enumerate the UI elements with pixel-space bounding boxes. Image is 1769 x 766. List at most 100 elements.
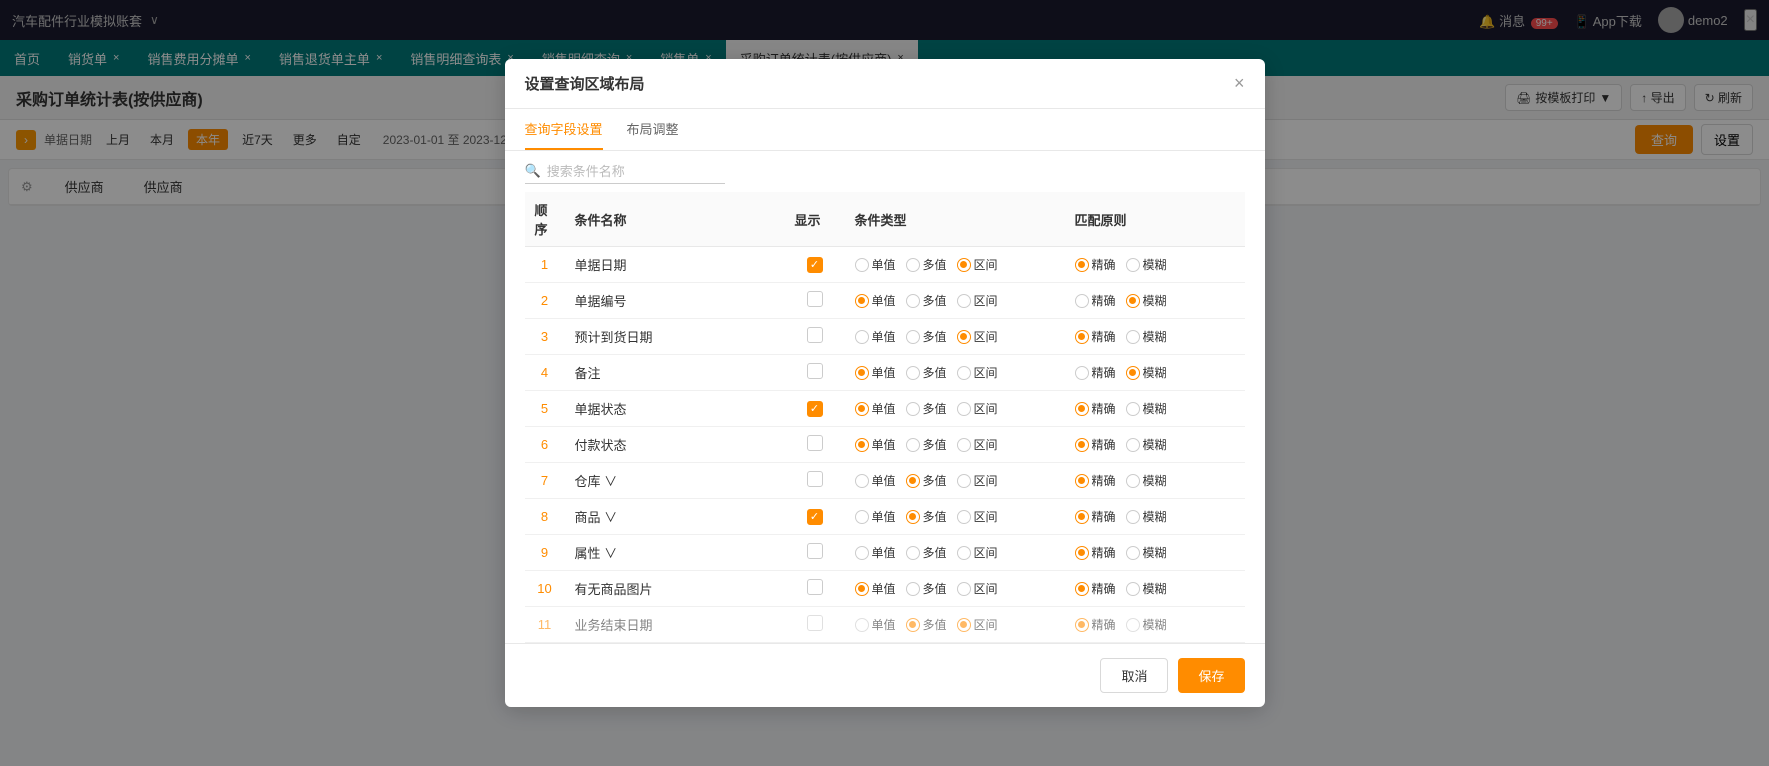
type-radio-type_range-1[interactable]: 区间 <box>957 292 998 309</box>
cancel-button[interactable]: 取消 <box>1100 658 1168 693</box>
type-radio-type_single-8[interactable]: 单值 <box>855 544 896 561</box>
match-radio-match_fuzzy-3[interactable]: 模糊 <box>1126 364 1167 381</box>
modal-close-button[interactable]: × <box>1234 73 1245 94</box>
type-radio-type_single-1[interactable]: 单值 <box>855 292 896 309</box>
display-checkbox-9[interactable] <box>807 579 823 595</box>
match-radio-match_exact-8[interactable]: 精确 <box>1075 544 1116 561</box>
display-checkbox-1[interactable] <box>807 291 823 307</box>
type-radio-type_single-7[interactable]: 单值 <box>855 508 896 525</box>
type-radio-type_multi-9[interactable]: 多值 <box>906 580 947 597</box>
col-type: 条件类型 <box>845 192 1065 247</box>
type-radio-type_multi-0[interactable]: 多值 <box>906 256 947 273</box>
type-radio-type_single-6[interactable]: 单值 <box>855 472 896 489</box>
type-radio-type_range-4[interactable]: 区间 <box>957 400 998 417</box>
type-radio-type_range-9[interactable]: 区间 <box>957 580 998 597</box>
modal-tab-field-settings[interactable]: 查询字段设置 <box>525 109 603 150</box>
type-radio-group-8: 单值多值区间 <box>855 544 1055 561</box>
cell-display-4[interactable]: ✓ <box>785 391 845 427</box>
match-radio-match_fuzzy-2[interactable]: 模糊 <box>1126 328 1167 345</box>
match-radio-match_fuzzy-6[interactable]: 模糊 <box>1126 472 1167 489</box>
match-radio-match_exact-4[interactable]: 精确 <box>1075 400 1116 417</box>
cell-display-5[interactable] <box>785 427 845 463</box>
radio-circle-match_exact-9 <box>1075 582 1089 596</box>
type-radio-type_multi-6[interactable]: 多值 <box>906 472 947 489</box>
type-radio-type_range-8[interactable]: 区间 <box>957 544 998 561</box>
type-radio-type_single-3[interactable]: 单值 <box>855 364 896 381</box>
cell-display-8[interactable] <box>785 535 845 571</box>
type-radio-type_multi-1[interactable]: 多值 <box>906 292 947 309</box>
type-radio-type_multi-8[interactable]: 多值 <box>906 544 947 561</box>
display-checkbox-2[interactable] <box>807 327 823 343</box>
display-checkbox-8[interactable] <box>807 543 823 559</box>
display-checkbox-0[interactable]: ✓ <box>807 257 823 273</box>
type-radio-type_multi-4[interactable]: 多值 <box>906 400 947 417</box>
type-radio-type_single-0[interactable]: 单值 <box>855 256 896 273</box>
type-radio-type_single-5[interactable]: 单值 <box>855 436 896 453</box>
display-checkbox-5[interactable] <box>807 435 823 451</box>
cell-display-9[interactable] <box>785 571 845 607</box>
type-radio-type_range-5[interactable]: 区间 <box>957 436 998 453</box>
match-radio-match_exact-7[interactable]: 精确 <box>1075 508 1116 525</box>
type-radio-type_single-9[interactable]: 单值 <box>855 580 896 597</box>
cell-display-7[interactable]: ✓ <box>785 499 845 535</box>
cell-match-7: 精确模糊 <box>1065 499 1245 535</box>
radio-circle-match_fuzzy-6 <box>1126 474 1140 488</box>
type-radio-type_single-4[interactable]: 单值 <box>855 400 896 417</box>
match-radio-match_fuzzy-0[interactable]: 模糊 <box>1126 256 1167 273</box>
type-radio-type_range-3[interactable]: 区间 <box>957 364 998 381</box>
display-checkbox-6[interactable] <box>807 471 823 487</box>
cell-display-2[interactable] <box>785 319 845 355</box>
match-radio-match_fuzzy-7[interactable]: 模糊 <box>1126 508 1167 525</box>
match-radio-match_fuzzy-10[interactable]: 模糊 <box>1126 616 1167 633</box>
cell-display-10[interactable] <box>785 607 845 643</box>
condition-search-input[interactable] <box>547 164 725 179</box>
cell-order-3: 4 <box>525 355 565 391</box>
match-radio-match_exact-6[interactable]: 精确 <box>1075 472 1116 489</box>
match-radio-match_fuzzy-4[interactable]: 模糊 <box>1126 400 1167 417</box>
display-checkbox-10[interactable] <box>807 615 823 631</box>
match-radio-match_exact-0[interactable]: 精确 <box>1075 256 1116 273</box>
type-radio-group-5: 单值多值区间 <box>855 436 1055 453</box>
match-radio-match_exact-1[interactable]: 精确 <box>1075 292 1116 309</box>
type-radio-type_multi-5[interactable]: 多值 <box>906 436 947 453</box>
cell-order-5: 6 <box>525 427 565 463</box>
type-radio-type_range-7[interactable]: 区间 <box>957 508 998 525</box>
type-radio-group-3: 单值多值区间 <box>855 364 1055 381</box>
radio-circle-type_single-1 <box>855 294 869 308</box>
cell-display-6[interactable] <box>785 463 845 499</box>
cell-name-0: 单据日期 <box>565 247 785 283</box>
type-radio-type_range-6[interactable]: 区间 <box>957 472 998 489</box>
cell-display-3[interactable] <box>785 355 845 391</box>
type-radio-type_single-10[interactable]: 单值 <box>855 616 896 633</box>
match-radio-match_exact-3[interactable]: 精确 <box>1075 364 1116 381</box>
type-radio-type_single-2[interactable]: 单值 <box>855 328 896 345</box>
display-checkbox-7[interactable]: ✓ <box>807 509 823 525</box>
type-radio-type_range-0[interactable]: 区间 <box>957 256 998 273</box>
type-radio-type_range-2[interactable]: 区间 <box>957 328 998 345</box>
match-radio-match_exact-2[interactable]: 精确 <box>1075 328 1116 345</box>
col-display: 显示 <box>785 192 845 247</box>
match-radio-match_exact-9[interactable]: 精确 <box>1075 580 1116 597</box>
modal-table-wrap: 顺序 条件名称 显示 条件类型 匹配原则 1单据日期✓单值多值区间精确模糊2单据… <box>505 192 1265 643</box>
type-radio-type_multi-7[interactable]: 多值 <box>906 508 947 525</box>
cell-display-1[interactable] <box>785 283 845 319</box>
match-radio-match_fuzzy-1[interactable]: 模糊 <box>1126 292 1167 309</box>
save-button[interactable]: 保存 <box>1178 658 1244 693</box>
type-radio-type_multi-10[interactable]: 多值 <box>906 616 947 633</box>
modal-tab-layout-adjust[interactable]: 布局调整 <box>627 109 679 150</box>
radio-circle-type_multi-3 <box>906 366 920 380</box>
radio-circle-type_range-3 <box>957 366 971 380</box>
radio-circle-match_fuzzy-7 <box>1126 510 1140 524</box>
match-radio-match_fuzzy-5[interactable]: 模糊 <box>1126 436 1167 453</box>
match-radio-match_exact-10[interactable]: 精确 <box>1075 616 1116 633</box>
type-radio-type_multi-2[interactable]: 多值 <box>906 328 947 345</box>
type-radio-type_range-10[interactable]: 区间 <box>957 616 998 633</box>
cell-display-0[interactable]: ✓ <box>785 247 845 283</box>
match-radio-match_exact-5[interactable]: 精确 <box>1075 436 1116 453</box>
match-radio-match_fuzzy-9[interactable]: 模糊 <box>1126 580 1167 597</box>
radio-circle-type_multi-10 <box>906 618 920 632</box>
match-radio-match_fuzzy-8[interactable]: 模糊 <box>1126 544 1167 561</box>
type-radio-type_multi-3[interactable]: 多值 <box>906 364 947 381</box>
display-checkbox-4[interactable]: ✓ <box>807 401 823 417</box>
display-checkbox-3[interactable] <box>807 363 823 379</box>
